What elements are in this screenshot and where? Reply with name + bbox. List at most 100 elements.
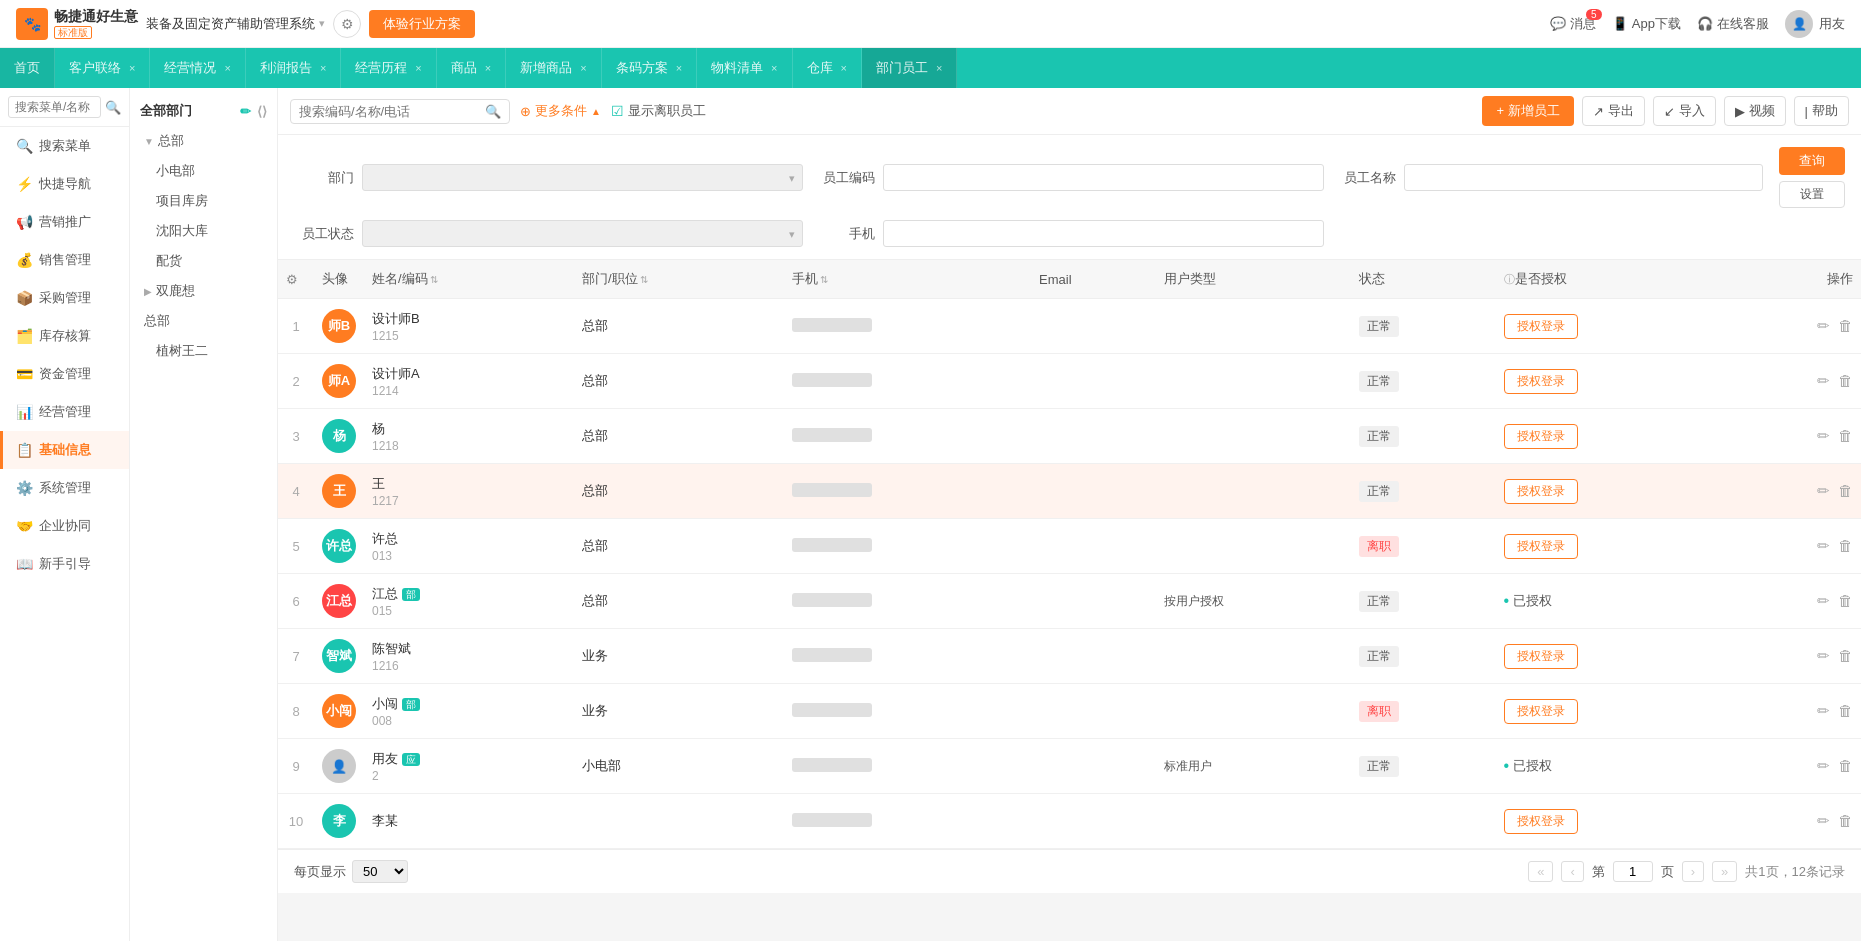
import-button[interactable]: ↙ 导入 — [1653, 96, 1716, 126]
delete-button[interactable]: 🗑 — [1838, 482, 1853, 500]
tree-node-总部[interactable]: 总部 — [130, 306, 277, 336]
tree-node-双鹿想[interactable]: ▶双鹿想 — [130, 276, 277, 306]
edit-button[interactable]: ✏ — [1817, 647, 1830, 665]
dept-collapse-icon[interactable]: ⟨⟩ — [257, 104, 267, 119]
sidebar-item-基础信息[interactable]: 📋 基础信息 — [0, 431, 129, 469]
more-conditions-button[interactable]: ⊕ 更多条件 ▲ — [520, 102, 601, 120]
app-download-button[interactable]: 📱 App下载 — [1612, 15, 1681, 33]
prev-page-button[interactable]: ‹ — [1561, 861, 1583, 882]
close-tab-icon[interactable]: × — [129, 62, 135, 74]
close-tab-icon[interactable]: × — [415, 62, 421, 74]
query-button[interactable]: 查询 — [1779, 147, 1845, 175]
sidebar-item-新手引导[interactable]: 📖 新手引导 — [0, 545, 129, 583]
sidebar-item-搜索菜单[interactable]: 🔍 搜索菜单 — [0, 127, 129, 165]
dept-select[interactable] — [362, 164, 803, 191]
close-tab-icon[interactable]: × — [771, 62, 777, 74]
close-tab-icon[interactable]: × — [936, 62, 942, 74]
sidebar-item-企业协同[interactable]: 🤝 企业协同 — [0, 507, 129, 545]
edit-button[interactable]: ✏ — [1817, 702, 1830, 720]
nav-tab-物料清单[interactable]: 物料清单× — [697, 48, 792, 88]
tree-node-总部[interactable]: ▼总部 — [130, 126, 277, 156]
edit-button[interactable]: ✏ — [1817, 812, 1830, 830]
delete-button[interactable]: 🗑 — [1838, 757, 1853, 775]
phone-input[interactable] — [883, 220, 1324, 247]
edit-button[interactable]: ✏ — [1817, 427, 1830, 445]
sidebar-search-input[interactable] — [8, 96, 101, 118]
next-page-button[interactable]: › — [1682, 861, 1704, 882]
edit-button[interactable]: ✏ — [1817, 592, 1830, 610]
edit-button[interactable]: ✏ — [1817, 537, 1830, 555]
search-input[interactable] — [299, 104, 479, 119]
name-input[interactable] — [1404, 164, 1763, 191]
delete-button[interactable]: 🗑 — [1838, 592, 1853, 610]
auth-button[interactable]: 授权登录 — [1504, 699, 1578, 724]
delete-button[interactable]: 🗑 — [1838, 317, 1853, 335]
tree-node-植树王二[interactable]: 植树王二 — [130, 336, 277, 366]
edit-button[interactable]: ✏ — [1817, 757, 1830, 775]
sidebar-item-销售管理[interactable]: 💰 销售管理 — [0, 241, 129, 279]
close-tab-icon[interactable]: × — [676, 62, 682, 74]
last-page-button[interactable]: » — [1712, 861, 1737, 882]
system-title-select[interactable]: 装备及固定资产辅助管理系统 ▾ — [146, 15, 325, 33]
message-button[interactable]: 💬 消息 5 — [1550, 15, 1596, 33]
user-area[interactable]: 👤 用友 — [1785, 10, 1845, 38]
settings-icon[interactable]: ⚙ — [286, 272, 298, 287]
online-service-button[interactable]: 🎧 在线客服 — [1697, 15, 1769, 33]
nav-tab-部门员工[interactable]: 部门员工× — [862, 48, 957, 88]
delete-button[interactable]: 🗑 — [1838, 427, 1853, 445]
nav-tab-客户联络[interactable]: 客户联络× — [55, 48, 150, 88]
edit-button[interactable]: ✏ — [1817, 482, 1830, 500]
sidebar-item-采购管理[interactable]: 📦 采购管理 — [0, 279, 129, 317]
view-button[interactable]: ▶ 视频 — [1724, 96, 1786, 126]
tree-node-沈阳大库[interactable]: 沈阳大库 — [130, 216, 277, 246]
tree-node-项目库房[interactable]: 项目库房 — [130, 186, 277, 216]
close-tab-icon[interactable]: × — [485, 62, 491, 74]
sidebar-item-快捷导航[interactable]: ⚡ 快捷导航 — [0, 165, 129, 203]
close-tab-icon[interactable]: × — [224, 62, 230, 74]
auth-button[interactable]: 授权登录 — [1504, 424, 1578, 449]
add-employee-button[interactable]: + 新增员工 — [1482, 96, 1573, 126]
delete-button[interactable]: 🗑 — [1838, 372, 1853, 390]
trial-button[interactable]: 体验行业方案 — [369, 10, 475, 38]
close-tab-icon[interactable]: × — [841, 62, 847, 74]
reset-button[interactable]: 设置 — [1779, 181, 1845, 208]
sidebar-item-营销推广[interactable]: 📢 营销推广 — [0, 203, 129, 241]
sidebar-item-系统管理[interactable]: ⚙️ 系统管理 — [0, 469, 129, 507]
sidebar-item-资金管理[interactable]: 💳 资金管理 — [0, 355, 129, 393]
sort-name-icon[interactable]: ⇅ — [430, 274, 438, 285]
code-input[interactable] — [883, 164, 1324, 191]
auth-button[interactable]: 授权登录 — [1504, 369, 1578, 394]
status-select[interactable] — [362, 220, 803, 247]
edit-button[interactable]: ✏ — [1817, 372, 1830, 390]
nav-tab-条码方案[interactable]: 条码方案× — [602, 48, 697, 88]
per-page-select[interactable]: 50 100 200 — [352, 860, 408, 883]
sidebar-item-库存核算[interactable]: 🗂️ 库存核算 — [0, 317, 129, 355]
sidebar-item-经营管理[interactable]: 📊 经营管理 — [0, 393, 129, 431]
gear-button[interactable]: ⚙ — [333, 10, 361, 38]
auth-button[interactable]: 授权登录 — [1504, 314, 1578, 339]
nav-tab-经营历程[interactable]: 经营历程× — [341, 48, 436, 88]
auth-button[interactable]: 授权登录 — [1504, 809, 1578, 834]
nav-tab-经营情况[interactable]: 经营情况× — [150, 48, 245, 88]
show-former-toggle[interactable]: ☑ 显示离职员工 — [611, 102, 706, 120]
nav-tab-利润报告[interactable]: 利润报告× — [246, 48, 341, 88]
dept-edit-icon[interactable]: ✏ — [240, 104, 251, 119]
edit-button[interactable]: ✏ — [1817, 317, 1830, 335]
first-page-button[interactable]: « — [1528, 861, 1553, 882]
nav-tab-首页[interactable]: 首页 — [0, 48, 55, 88]
tree-node-配货[interactable]: 配货 — [130, 246, 277, 276]
nav-tab-仓库[interactable]: 仓库× — [793, 48, 862, 88]
nav-tab-商品[interactable]: 商品× — [437, 48, 506, 88]
sort-phone-icon[interactable]: ⇅ — [820, 274, 828, 285]
page-input[interactable] — [1613, 861, 1653, 882]
close-tab-icon[interactable]: × — [320, 62, 326, 74]
delete-button[interactable]: 🗑 — [1838, 812, 1853, 830]
export-button[interactable]: ↗ 导出 — [1582, 96, 1645, 126]
sort-dept-icon[interactable]: ⇅ — [640, 274, 648, 285]
nav-tab-新增商品[interactable]: 新增商品× — [506, 48, 601, 88]
close-tab-icon[interactable]: × — [580, 62, 586, 74]
tree-node-小电部[interactable]: 小电部 — [130, 156, 277, 186]
help-button[interactable]: | 帮助 — [1794, 96, 1849, 126]
search-icon[interactable]: 🔍 — [485, 104, 501, 119]
delete-button[interactable]: 🗑 — [1838, 702, 1853, 720]
